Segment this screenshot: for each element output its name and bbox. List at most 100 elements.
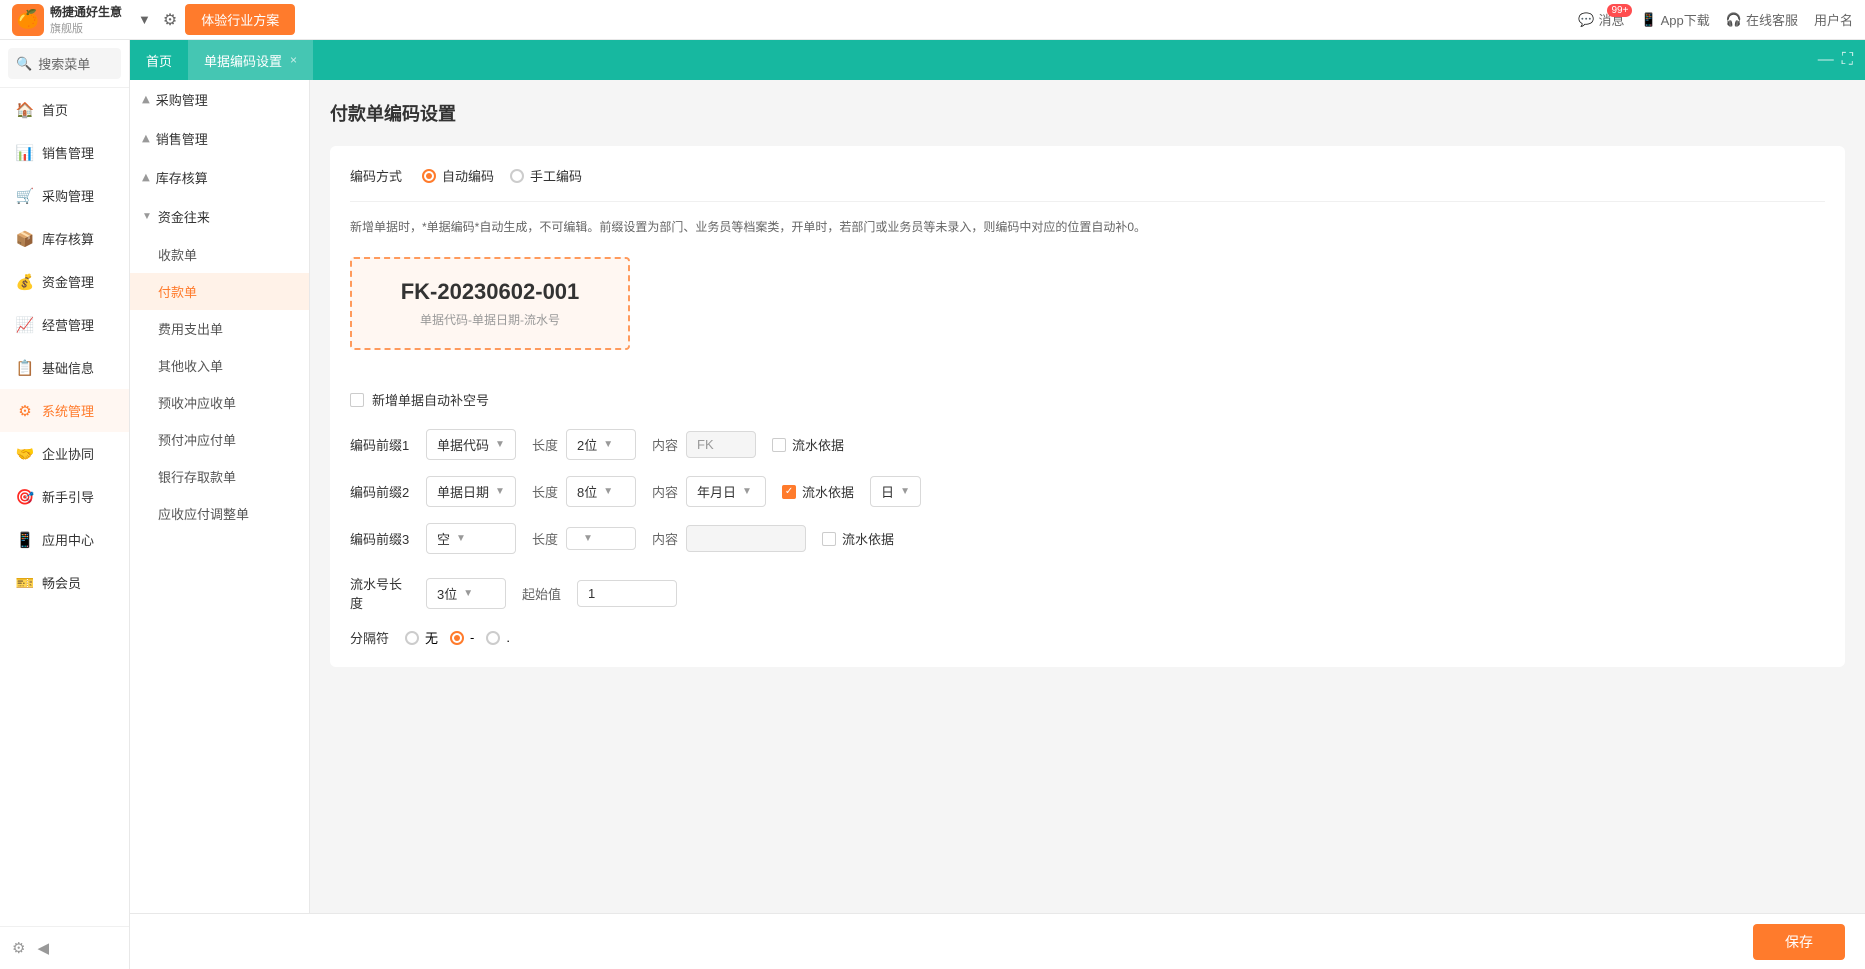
sidebar-item-home[interactable]: 🏠 首页 bbox=[0, 88, 129, 131]
sep-dot-option[interactable]: . bbox=[486, 630, 510, 645]
separator-options: 无 - . bbox=[405, 628, 510, 647]
save-button[interactable]: 保存 bbox=[1753, 924, 1845, 960]
prefix3-length-label: 长度 bbox=[532, 529, 558, 548]
sub-group-sales-header[interactable]: ▶ 销售管理 bbox=[130, 119, 309, 158]
sidebar-item-management[interactable]: 📈 经营管理 bbox=[0, 303, 129, 346]
auto-encoding-radio[interactable] bbox=[422, 169, 436, 183]
prefix2-length-select[interactable]: 8位 ▼ bbox=[566, 476, 636, 507]
sub-group-capital-label: 资金往来 bbox=[158, 207, 210, 226]
sub-group-inventory-label: 库存核算 bbox=[156, 168, 208, 187]
sidebar-item-sales-label: 销售管理 bbox=[42, 143, 94, 162]
app-center-icon: 📱 bbox=[16, 531, 34, 549]
prefix1-length-group: 长度 2位 ▼ bbox=[532, 429, 636, 460]
sep-dot-radio[interactable] bbox=[486, 631, 500, 645]
search-menu-label: 搜索菜单 bbox=[38, 54, 90, 73]
prefix1-length-select[interactable]: 2位 ▼ bbox=[566, 429, 636, 460]
manual-encoding-option[interactable]: 手工编码 bbox=[510, 166, 582, 185]
topbar-settings-icon[interactable]: ⚙ bbox=[163, 10, 177, 30]
sidebar-settings-icon[interactable]: ⚙ bbox=[12, 939, 25, 957]
prefix2-serial-checkbox[interactable]: ✓ bbox=[782, 485, 796, 499]
prefix1-select[interactable]: 单据代码 ▼ bbox=[426, 429, 516, 460]
sidebar-item-member-label: 畅会员 bbox=[42, 573, 81, 592]
sidebar-item-basic[interactable]: 📋 基础信息 bbox=[0, 346, 129, 389]
prefix3-select[interactable]: 空 ▼ bbox=[426, 523, 516, 554]
sub-group-inventory: ▶ 库存核算 bbox=[130, 158, 309, 197]
preview-code: FK-20230602-001 bbox=[376, 279, 604, 305]
topbar-app[interactable]: 📱 App下载 bbox=[1640, 10, 1709, 29]
brand-name: 畅捷通好生意 bbox=[50, 3, 122, 20]
prefix1-content-label: 内容 bbox=[652, 435, 678, 454]
sidebar-item-finance[interactable]: 💰 资金管理 bbox=[0, 260, 129, 303]
prefix2-unit-chevron-icon: ▼ bbox=[900, 486, 910, 497]
serial-start-input[interactable] bbox=[577, 580, 677, 607]
sub-group-inventory-header[interactable]: ▶ 库存核算 bbox=[130, 158, 309, 197]
prefix1-length-value: 2位 bbox=[577, 435, 597, 454]
manual-encoding-radio[interactable] bbox=[510, 169, 524, 183]
tab-encoding-label: 单据编码设置 bbox=[204, 51, 282, 70]
prefix2-content-select[interactable]: 年月日 ▼ bbox=[686, 476, 766, 507]
sep-none-option[interactable]: 无 bbox=[405, 628, 438, 647]
tab-home[interactable]: 首页 bbox=[130, 40, 188, 80]
topbar-service[interactable]: 🎧 在线客服 bbox=[1726, 10, 1798, 29]
sub-item-prepay-receivable[interactable]: 预收冲应收单 bbox=[130, 384, 309, 421]
prefix2-serial-unit-select[interactable]: 日 ▼ bbox=[870, 476, 921, 507]
prefix3-content-input[interactable] bbox=[686, 525, 806, 552]
topbar-msg[interactable]: 💬 消息 99+ bbox=[1578, 10, 1624, 29]
topbar-user[interactable]: 用户名 bbox=[1814, 10, 1853, 29]
sidebar-item-purchase[interactable]: 🛒 采购管理 bbox=[0, 174, 129, 217]
tab-close-icon[interactable]: × bbox=[290, 53, 297, 67]
trial-button[interactable]: 体验行业方案 bbox=[185, 4, 295, 35]
sidebar-item-member[interactable]: 🎫 畅会员 bbox=[0, 561, 129, 604]
tab-bar-actions: — ⛶ bbox=[1818, 51, 1865, 69]
sep-dash-label: - bbox=[470, 630, 474, 645]
tab-encoding[interactable]: 单据编码设置 × bbox=[188, 40, 313, 80]
search-menu-button[interactable]: 🔍 搜索菜单 bbox=[8, 48, 121, 79]
service-icon: 🎧 bbox=[1726, 12, 1742, 28]
prefix3-serial-checkbox[interactable] bbox=[822, 532, 836, 546]
sub-item-expense[interactable]: 费用支出单 bbox=[130, 310, 309, 347]
sub-item-payment[interactable]: 付款单 bbox=[130, 273, 309, 310]
sidebar-item-home-label: 首页 bbox=[42, 100, 68, 119]
enterprise-icon: 🤝 bbox=[16, 445, 34, 463]
sidebar-item-enterprise[interactable]: 🤝 企业协同 bbox=[0, 432, 129, 475]
service-label: 在线客服 bbox=[1746, 10, 1798, 29]
sidebar-item-app[interactable]: 📱 应用中心 bbox=[0, 518, 129, 561]
prefix3-length-chevron-icon: ▼ bbox=[583, 533, 593, 544]
serial-length-select[interactable]: 3位 ▼ bbox=[426, 578, 506, 609]
prefix2-serial-label: 流水依据 bbox=[802, 482, 854, 501]
auto-encoding-option[interactable]: 自动编码 bbox=[422, 166, 494, 185]
sep-none-radio[interactable] bbox=[405, 631, 419, 645]
sidebar-item-system[interactable]: ⚙ 系统管理 bbox=[0, 389, 129, 432]
sidebar-collapse-icon[interactable]: ◀ bbox=[37, 939, 49, 957]
prefix2-value: 单据日期 bbox=[437, 482, 489, 501]
sub-item-bank[interactable]: 银行存取款单 bbox=[130, 458, 309, 495]
search-icon: 🔍 bbox=[16, 56, 32, 72]
auto-fill-checkbox[interactable] bbox=[350, 393, 364, 407]
main-panel: 付款单编码设置 编码方式 自动编码 手工编码 bbox=[310, 80, 1865, 913]
auto-fill-row: 新增单据自动补空号 bbox=[350, 390, 1825, 409]
sub-item-adjust[interactable]: 应收应付调整单 bbox=[130, 495, 309, 532]
sidebar-item-inventory[interactable]: 📦 库存核算 bbox=[0, 217, 129, 260]
prefix3-length-select[interactable]: ▼ bbox=[566, 527, 636, 550]
tab-expand-icon[interactable]: ⛶ bbox=[1842, 51, 1853, 69]
sub-item-prepay-payable[interactable]: 预付冲应付单 bbox=[130, 421, 309, 458]
prefix2-select[interactable]: 单据日期 ▼ bbox=[426, 476, 516, 507]
sidebar-item-guide[interactable]: 🎯 新手引导 bbox=[0, 475, 129, 518]
preview-box: FK-20230602-001 单据代码-单据日期-流水号 bbox=[350, 257, 630, 350]
preview-desc: 单据代码-单据日期-流水号 bbox=[376, 311, 604, 328]
tab-minimize-icon[interactable]: — bbox=[1818, 51, 1834, 69]
sub-item-receipt[interactable]: 收款单 bbox=[130, 236, 309, 273]
sep-dash-option[interactable]: - bbox=[450, 630, 474, 645]
prefix1-serial-checkbox[interactable] bbox=[772, 438, 786, 452]
sub-group-capital-header[interactable]: ▼ 资金往来 bbox=[130, 197, 309, 236]
sidebar-item-sales[interactable]: 📊 销售管理 bbox=[0, 131, 129, 174]
prefix1-length-chevron-icon: ▼ bbox=[603, 439, 613, 450]
prefix1-content-input[interactable] bbox=[686, 431, 756, 458]
sub-item-other-income[interactable]: 其他收入单 bbox=[130, 347, 309, 384]
serial-length-chevron-icon: ▼ bbox=[463, 588, 473, 599]
topbar-dropdown[interactable]: ▼ bbox=[130, 8, 159, 31]
sep-dash-radio[interactable] bbox=[450, 631, 464, 645]
prefix1-row: 编码前缀1 单据代码 ▼ 长度 2位 ▼ bbox=[350, 429, 1825, 460]
prefix3-length-group: 长度 ▼ bbox=[532, 527, 636, 550]
sub-group-purchase-header[interactable]: ▶ 采购管理 bbox=[130, 80, 309, 119]
